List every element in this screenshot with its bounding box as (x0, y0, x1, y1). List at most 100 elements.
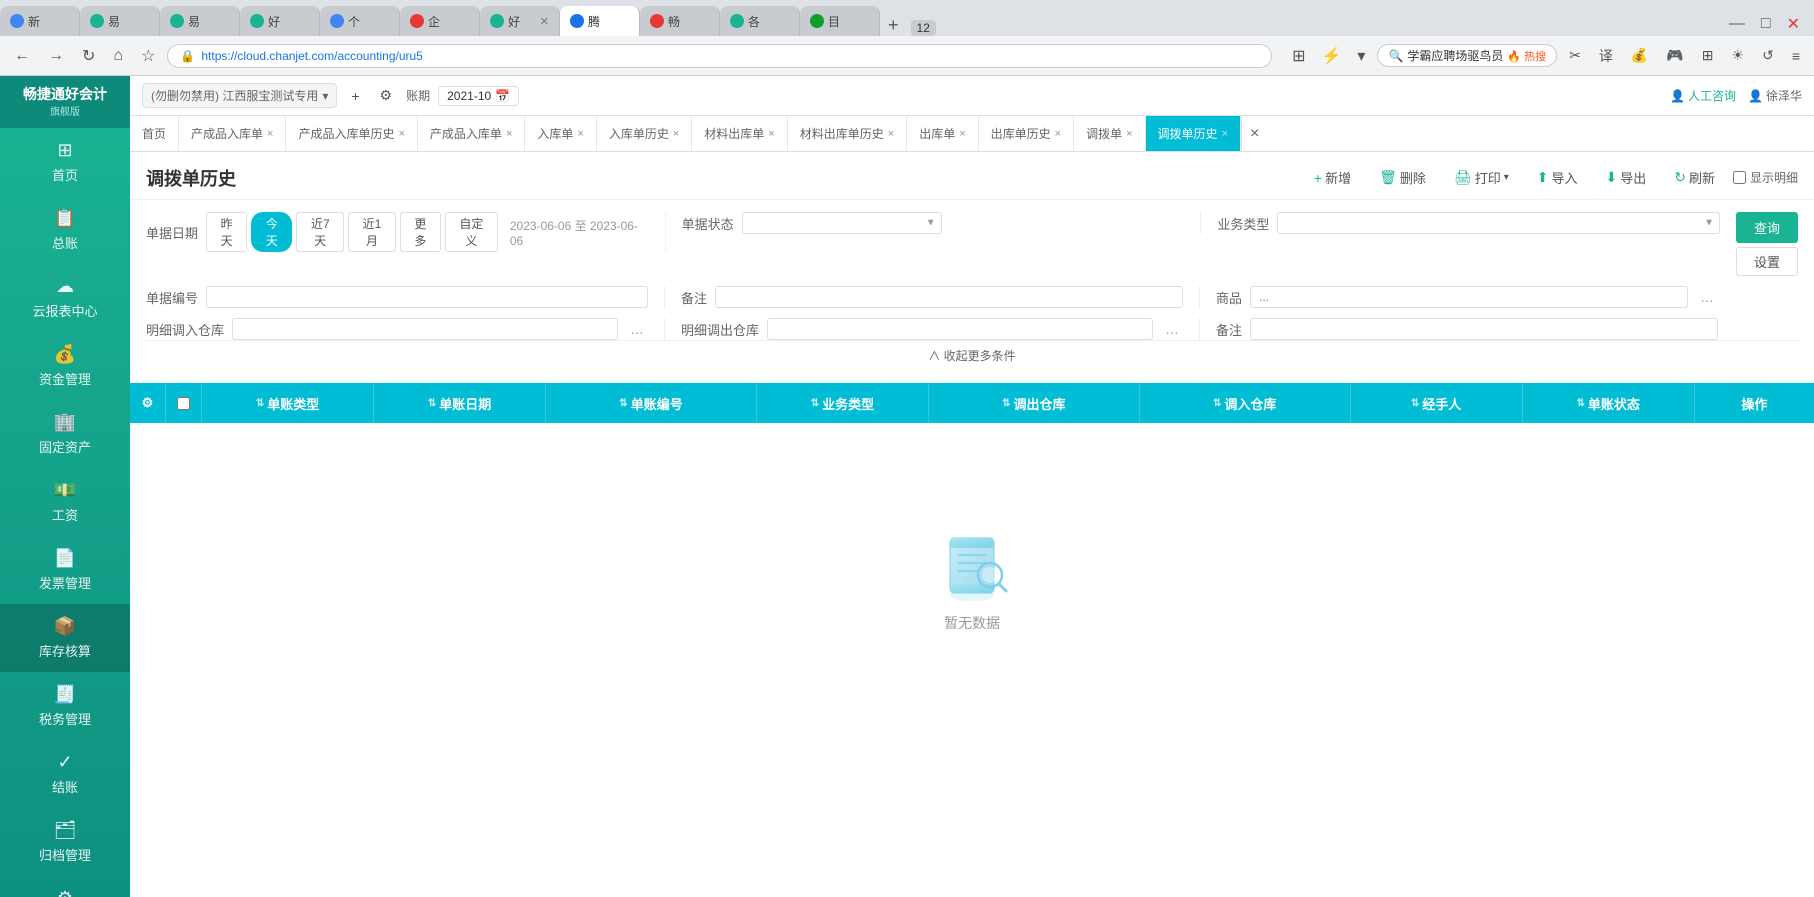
sidebar-item-archive[interactable]: 🗂 归档管理 (0, 808, 130, 876)
print-button[interactable]: 🖨 打印 ▾ (1444, 164, 1519, 191)
menu-button[interactable]: ≡ (1786, 46, 1806, 66)
th-biz[interactable]: ⇅ 业务类型 (757, 383, 929, 423)
page-tab-10-close[interactable]: × (1126, 128, 1132, 140)
bookmark-button[interactable]: ☆ (135, 44, 161, 68)
user-info[interactable]: 👤 徐泽华 (1748, 87, 1802, 104)
maximize-button[interactable]: □ (1755, 13, 1777, 35)
page-tab-11-close[interactable]: × (1222, 128, 1228, 140)
page-tab-2[interactable]: 产成品入库单历史 × (286, 116, 417, 152)
browser-tab-1[interactable]: 新 (0, 6, 80, 36)
close-tab-7[interactable]: ✕ (540, 15, 549, 28)
new-tab-button[interactable]: + (880, 15, 907, 36)
refresh-button-page[interactable]: ↻ 刷新 (1664, 164, 1725, 191)
refresh-button[interactable]: ↻ (76, 44, 101, 68)
forward-button[interactable]: → (42, 45, 70, 67)
browser-tab-7[interactable]: 好 ✕ (480, 6, 560, 36)
page-tab-4[interactable]: 入库单 × (525, 116, 596, 152)
extensions-button[interactable]: ⊞ (1286, 44, 1311, 68)
th-handler[interactable]: ⇅ 经手人 (1351, 383, 1523, 423)
browser-tab-6[interactable]: 企 (400, 6, 480, 36)
goods-ellipsis[interactable]: … (1696, 289, 1718, 305)
back-button[interactable]: ← (8, 45, 36, 67)
sidebar-item-ledger[interactable]: 📋 总账 (0, 196, 130, 264)
sidebar-item-closing[interactable]: ✓ 结账 (0, 740, 130, 808)
page-tab-3-close[interactable]: × (506, 128, 512, 140)
address-bar[interactable]: 🔒 https://cloud.chanjet.com/accounting/u… (167, 44, 1272, 68)
browser-tab-4[interactable]: 好 (240, 6, 320, 36)
page-tab-9-close[interactable]: × (1055, 128, 1061, 140)
sidebar-item-settings[interactable]: ⚙ 基础设置 (0, 876, 130, 897)
remark2-input[interactable] (1250, 318, 1718, 340)
out-warehouse-input[interactable] (767, 318, 1153, 340)
page-tab-8-close[interactable]: × (959, 128, 965, 140)
sidebar-item-assets[interactable]: 🏢 固定资产 (0, 400, 130, 468)
sidebar-item-payroll[interactable]: 💵 工资 (0, 468, 130, 536)
display-checkbox[interactable] (1733, 171, 1746, 184)
goods-input[interactable] (1250, 286, 1688, 308)
date-btn-7days[interactable]: 近7天 (296, 212, 344, 252)
sidebar-item-inventory[interactable]: 📦 库存核算 (0, 604, 130, 672)
page-tab-7[interactable]: 材料出库单历史 × (788, 116, 907, 152)
page-tab-2-close[interactable]: × (398, 128, 404, 140)
collapse-bar[interactable]: ∧ 收起更多条件 (146, 340, 1798, 370)
date-btn-today[interactable]: 今天 (251, 212, 292, 252)
dropdown-button[interactable]: ▾ (1351, 44, 1371, 68)
in-warehouse-input[interactable] (232, 318, 618, 340)
browser-tab-2[interactable]: 易 (80, 6, 160, 36)
page-tab-6-close[interactable]: × (768, 128, 774, 140)
lightning-button[interactable]: ⚡ (1316, 44, 1348, 68)
th-check[interactable] (166, 383, 202, 423)
th-status[interactable]: ⇅ 单账状态 (1523, 383, 1695, 423)
page-tab-5[interactable]: 入库单历史 × (597, 116, 692, 152)
page-tab-8[interactable]: 出库单 × (907, 116, 978, 152)
browser-tab-9[interactable]: 畅 (640, 6, 720, 36)
page-tab-6[interactable]: 材料出库单 × (692, 116, 787, 152)
browser-tab-3[interactable]: 易 (160, 6, 240, 36)
home-button[interactable]: ⌂ (107, 45, 129, 67)
biz-type-select[interactable] (1277, 212, 1720, 234)
th-out-wh[interactable]: ⇅ 调出仓库 (929, 383, 1140, 423)
display-toggle[interactable]: 显示明细 (1733, 169, 1798, 186)
status-select[interactable] (742, 212, 942, 234)
date-btn-1month[interactable]: 近1月 (348, 212, 396, 252)
in-warehouse-ellipsis[interactable]: … (626, 321, 648, 337)
minimize-button[interactable]: — (1723, 13, 1751, 35)
import-button[interactable]: ⬆ 导入 (1527, 164, 1588, 191)
translate-button[interactable]: 译 (1593, 44, 1619, 68)
undo-button[interactable]: ↺ (1756, 45, 1780, 66)
th-date[interactable]: ⇅ 单账日期 (374, 383, 546, 423)
page-tab-1[interactable]: 产成品入库单 × (179, 116, 286, 152)
browser-tab-8[interactable]: 腾 (560, 6, 640, 36)
filter-settings-button[interactable]: 设置 (1736, 247, 1798, 276)
sidebar-item-invoice[interactable]: 📄 发票管理 (0, 536, 130, 604)
browser-tab-11[interactable]: 目 (800, 6, 880, 36)
period-value[interactable]: 2021-10 📅 (438, 86, 519, 106)
grid-button[interactable]: ⊞ (1696, 45, 1720, 66)
page-tab-9[interactable]: 出库单历史 × (979, 116, 1074, 152)
date-btn-custom[interactable]: 自定义 (445, 212, 498, 252)
th-in-wh[interactable]: ⇅ 调入仓库 (1140, 383, 1351, 423)
delete-button[interactable]: 🗑 删除 (1369, 164, 1436, 191)
page-tab-1-close[interactable]: × (267, 128, 273, 140)
add-company-button[interactable]: + (345, 86, 365, 106)
browser-tab-5[interactable]: 个 (320, 6, 400, 36)
doc-no-input[interactable] (206, 286, 648, 308)
browser-search-box[interactable]: 🔍 学霸应聘场驱鸟员 🔥 热搜 (1377, 44, 1557, 67)
page-tab-11[interactable]: 调拨单历史 × (1146, 116, 1241, 152)
date-btn-more[interactable]: 更多 (400, 212, 441, 252)
service-button[interactable]: 👤 人工咨询 (1670, 87, 1736, 104)
new-button[interactable]: + 新增 (1304, 164, 1361, 191)
sidebar-item-reports[interactable]: ☁ 云报表中心 (0, 264, 130, 332)
browser-tab-10[interactable]: 各 (720, 6, 800, 36)
remark-input[interactable] (715, 286, 1183, 308)
company-settings-button[interactable]: ⚙ (374, 85, 399, 106)
page-tab-7-close[interactable]: × (888, 128, 894, 140)
page-tab-4-close[interactable]: × (577, 128, 583, 140)
export-button[interactable]: ⬇ 导出 (1595, 164, 1656, 191)
th-gear[interactable]: ⚙ (130, 383, 166, 423)
close-button[interactable]: ✕ (1781, 12, 1806, 36)
select-all-checkbox[interactable] (177, 397, 190, 410)
page-tab-10[interactable]: 调拨单 × (1074, 116, 1145, 152)
out-warehouse-ellipsis[interactable]: … (1161, 321, 1183, 337)
page-tab-home[interactable]: 首页 (130, 116, 179, 152)
